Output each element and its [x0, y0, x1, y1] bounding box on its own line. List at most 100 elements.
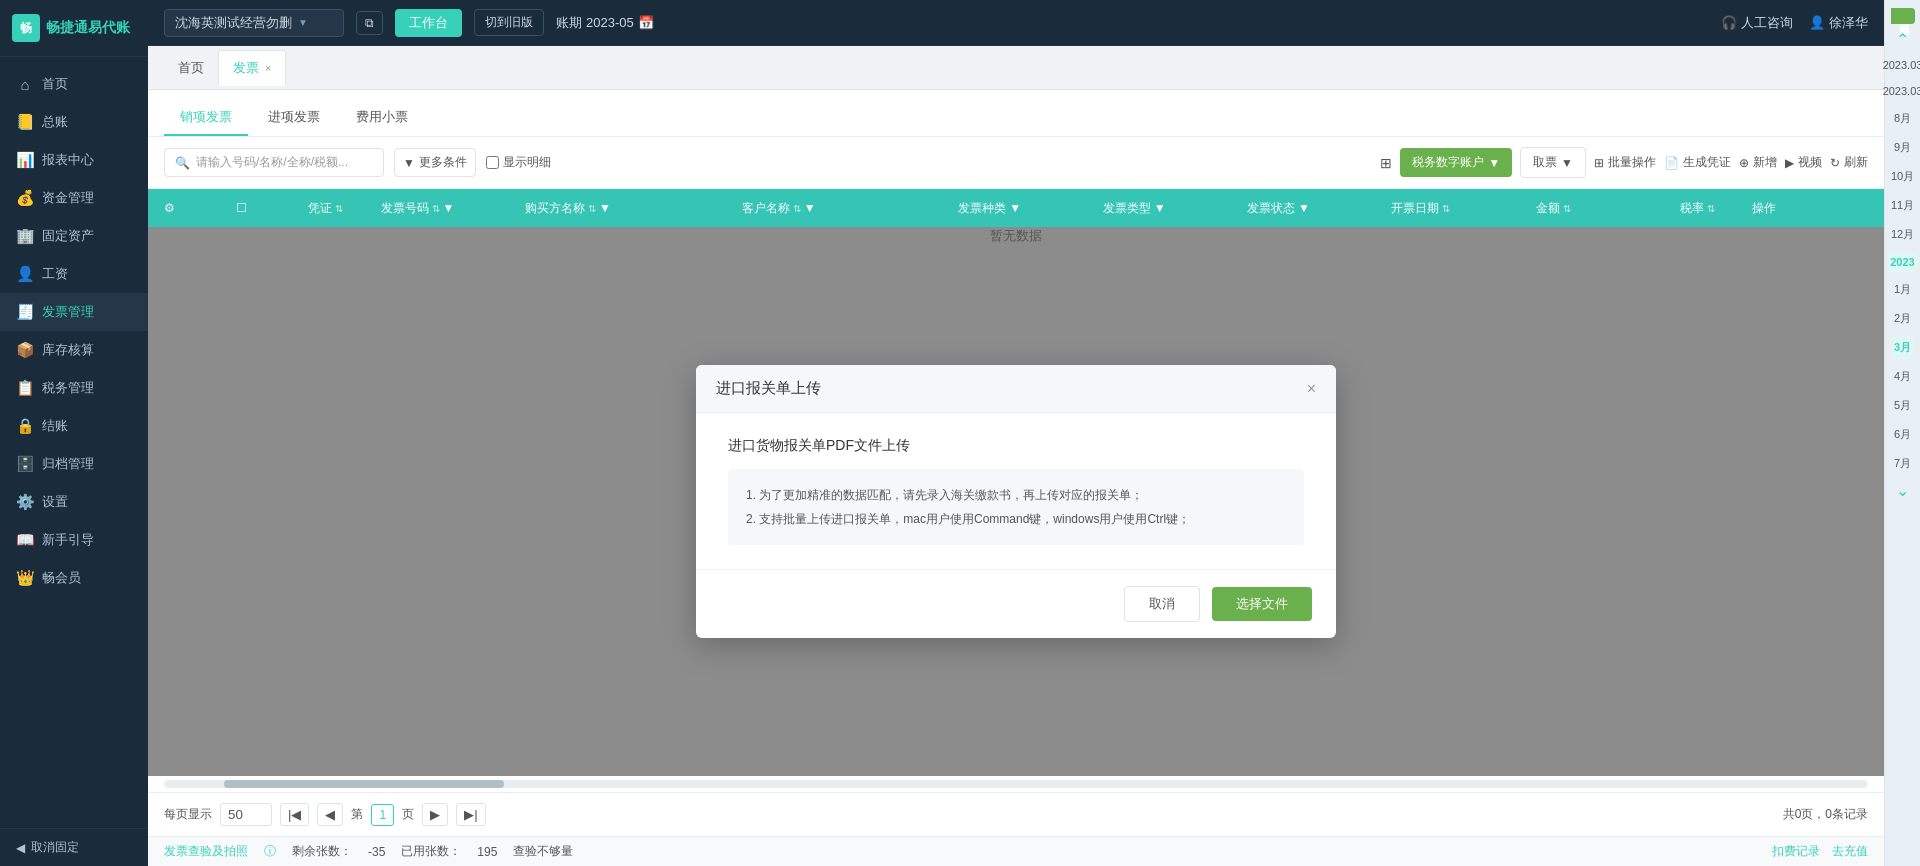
open-date-panel-button[interactable]: 开票日期 — [1891, 8, 1915, 24]
th-amount[interactable]: 金额 ⇅ — [1536, 200, 1680, 217]
last-page-button[interactable]: ▶| — [456, 803, 485, 826]
refresh-button[interactable]: ↻ 刷新 — [1830, 154, 1868, 171]
topbar-copy-button[interactable]: ⧉ — [356, 11, 383, 35]
pin-icon: ◀ — [16, 841, 25, 855]
period-item-2[interactable]: 8月 — [1892, 107, 1913, 130]
th-rate[interactable]: 税率 ⇅ — [1680, 200, 1752, 217]
period-item-6[interactable]: 12月 — [1889, 223, 1916, 246]
period-item-4[interactable]: 10月 — [1889, 165, 1916, 188]
search-icon: 🔍 — [175, 156, 190, 170]
tab-close-icon[interactable]: × — [265, 62, 271, 74]
modal-info-text-2: 2. 支持批量上传进口报关单，mac用户使用Command键，windows用户… — [746, 507, 1190, 531]
modal-header: 进口报关单上传 × — [696, 365, 1336, 413]
sidebar-item-invoices[interactable]: 🧾 发票管理 — [0, 293, 148, 331]
batch-operation-button[interactable]: ⊞ 批量操作 — [1594, 154, 1656, 171]
period-item-12[interactable]: 5月 — [1892, 394, 1913, 417]
check-label[interactable]: 发票查验及拍照 — [164, 843, 248, 860]
sort-buyer-icon: ⇅ — [588, 203, 596, 214]
period-item-13[interactable]: 6月 — [1892, 423, 1913, 446]
search-input[interactable]: 🔍 请输入号码/名称/全称/税额... — [164, 148, 384, 177]
th-customer[interactable]: 客户名称 ⇅ ▼ — [742, 200, 959, 217]
sub-tab-sales[interactable]: 销项发票 — [164, 100, 248, 136]
horizontal-scrollbar[interactable] — [164, 780, 1868, 788]
period-item-5[interactable]: 11月 — [1889, 194, 1916, 217]
sidebar-item-guide[interactable]: 📖 新手引导 — [0, 521, 148, 559]
company-selector[interactable]: 沈海英测试经营勿删 ▼ — [164, 9, 344, 37]
used-value: 195 — [477, 845, 497, 859]
page-label-first: 第 — [351, 806, 363, 823]
topbar: 沈海英测试经营勿删 ▼ ⧉ 工作台 切到旧版 账期 2023-05 📅 🎧 人工… — [148, 0, 1884, 46]
th-status[interactable]: 发票状态 ▼ — [1247, 200, 1391, 217]
sidebar-item-closing[interactable]: 🔒 结账 — [0, 407, 148, 445]
tab-invoices-label: 发票 — [233, 59, 259, 77]
sidebar-item-reports[interactable]: 📊 报表中心 — [0, 141, 148, 179]
sub-tab-purchase[interactable]: 进项发票 — [252, 100, 336, 136]
tab-home[interactable]: 首页 — [164, 51, 218, 85]
add-invoice-button[interactable]: ⊕ 新增 — [1739, 154, 1777, 171]
refresh-label: 刷新 — [1844, 154, 1868, 171]
period-collapse-down-icon[interactable]: ⌄ — [1896, 481, 1909, 500]
modal-section-title: 进口货物报关单PDF文件上传 — [728, 437, 1304, 455]
first-page-button[interactable]: |◀ — [280, 803, 309, 826]
next-page-button[interactable]: ▶ — [422, 803, 448, 826]
sidebar-item-archive[interactable]: 🗄️ 归档管理 — [0, 445, 148, 483]
show-detail-check[interactable] — [486, 156, 499, 169]
period-item-7[interactable]: 2023 — [1888, 252, 1916, 272]
sidebar-item-funds[interactable]: 💰 资金管理 — [0, 179, 148, 217]
total-text: 共0页，0条记录 — [1783, 806, 1868, 823]
cut-version-button[interactable]: 切到旧版 — [474, 9, 544, 36]
show-detail-checkbox[interactable]: 显示明细 — [486, 154, 551, 171]
tab-invoices[interactable]: 发票 × — [218, 50, 286, 86]
modal-info-item-1: 1. 为了更加精准的数据匹配，请先录入海关缴款书，再上传对应的报关单； — [746, 483, 1286, 507]
period-item-0[interactable]: 2023.03 — [1881, 55, 1920, 75]
th-voucher[interactable]: 凭证 ⇅ — [308, 200, 380, 217]
sidebar-item-ledger[interactable]: 📒 总账 — [0, 103, 148, 141]
modal-select-file-button[interactable]: 选择文件 — [1212, 587, 1312, 621]
per-page-select[interactable]: 50 10 20 100 — [220, 803, 272, 826]
period-item-10[interactable]: 3月 — [1892, 336, 1913, 359]
sidebar-nav: ⌂ 首页 📒 总账 📊 报表中心 💰 资金管理 🏢 固定资产 👤 工资 🧾 发票… — [0, 57, 148, 828]
recharge-link[interactable]: 去充值 — [1832, 843, 1868, 860]
th-invoice-cat[interactable]: 发票类型 ▼ — [1103, 200, 1247, 217]
sub-tab-expense[interactable]: 费用小票 — [340, 100, 424, 136]
modal-overlay[interactable]: 进口报关单上传 × 进口货物报关单PDF文件上传 1. 为了更加精准的数据匹配，… — [148, 227, 1884, 776]
scrollbar-thumb[interactable] — [224, 780, 504, 788]
period-item-9[interactable]: 2月 — [1892, 307, 1913, 330]
sidebar-footer-item[interactable]: ◀ 取消固定 — [0, 828, 148, 866]
period-item-3[interactable]: 9月 — [1892, 136, 1913, 159]
sidebar-item-inventory[interactable]: 📦 库存核算 — [0, 331, 148, 369]
sidebar-item-payroll[interactable]: 👤 工资 — [0, 255, 148, 293]
cancel-label: 取票 — [1533, 154, 1557, 171]
recharge-record-link[interactable]: 扣费记录 — [1772, 843, 1820, 860]
th-invoice-no[interactable]: 发票号码 ⇅ ▼ — [381, 200, 525, 217]
period-item-14[interactable]: 7月 — [1892, 452, 1913, 475]
period-item-8[interactable]: 1月 — [1892, 278, 1913, 301]
video-button[interactable]: ▶ 视频 — [1785, 154, 1822, 171]
page-content: 销项发票进项发票费用小票 🔍 请输入号码/名称/全称/税额... ▼ 更多条件 … — [148, 90, 1884, 866]
sidebar: 畅 畅捷通易代账 ⌂ 首页 📒 总账 📊 报表中心 💰 资金管理 🏢 固定资产 … — [0, 0, 148, 866]
period-item-11[interactable]: 4月 — [1892, 365, 1913, 388]
sidebar-item-assets[interactable]: 🏢 固定资产 — [0, 217, 148, 255]
modal-close-button[interactable]: × — [1307, 380, 1316, 398]
tax-digital-button[interactable]: 税务数字账户 ▼ — [1400, 148, 1512, 177]
period-value: 2023-05 — [586, 15, 634, 30]
modal-cancel-button[interactable]: 取消 — [1124, 586, 1200, 622]
sidebar-item-home[interactable]: ⌂ 首页 — [0, 65, 148, 103]
service-button[interactable]: 🎧 人工咨询 — [1721, 14, 1793, 32]
period-collapse-up-icon[interactable]: ⌃ — [1896, 30, 1909, 49]
filter-button[interactable]: ▼ 更多条件 — [394, 148, 476, 177]
th-date[interactable]: 开票日期 ⇅ — [1391, 200, 1535, 217]
reports-icon: 📊 — [16, 151, 34, 169]
user-menu[interactable]: 👤 徐泽华 — [1809, 14, 1868, 32]
workspace-button[interactable]: 工作台 — [395, 9, 462, 37]
sidebar-item-member[interactable]: 👑 畅会员 — [0, 559, 148, 597]
period-item-1[interactable]: 2023.03 — [1881, 81, 1920, 101]
cancel-ticket-button[interactable]: 取票 ▼ — [1520, 147, 1586, 178]
sidebar-item-settings[interactable]: ⚙️ 设置 — [0, 483, 148, 521]
sidebar-item-tax[interactable]: 📋 税务管理 — [0, 369, 148, 407]
th-buyer[interactable]: 购买方名称 ⇅ ▼ — [525, 200, 742, 217]
prev-page-button[interactable]: ◀ — [317, 803, 343, 826]
generate-voucher-button[interactable]: 📄 生成凭证 — [1664, 154, 1731, 171]
video-icon: ▶ — [1785, 156, 1794, 170]
th-invoice-type[interactable]: 发票种类 ▼ — [958, 200, 1102, 217]
